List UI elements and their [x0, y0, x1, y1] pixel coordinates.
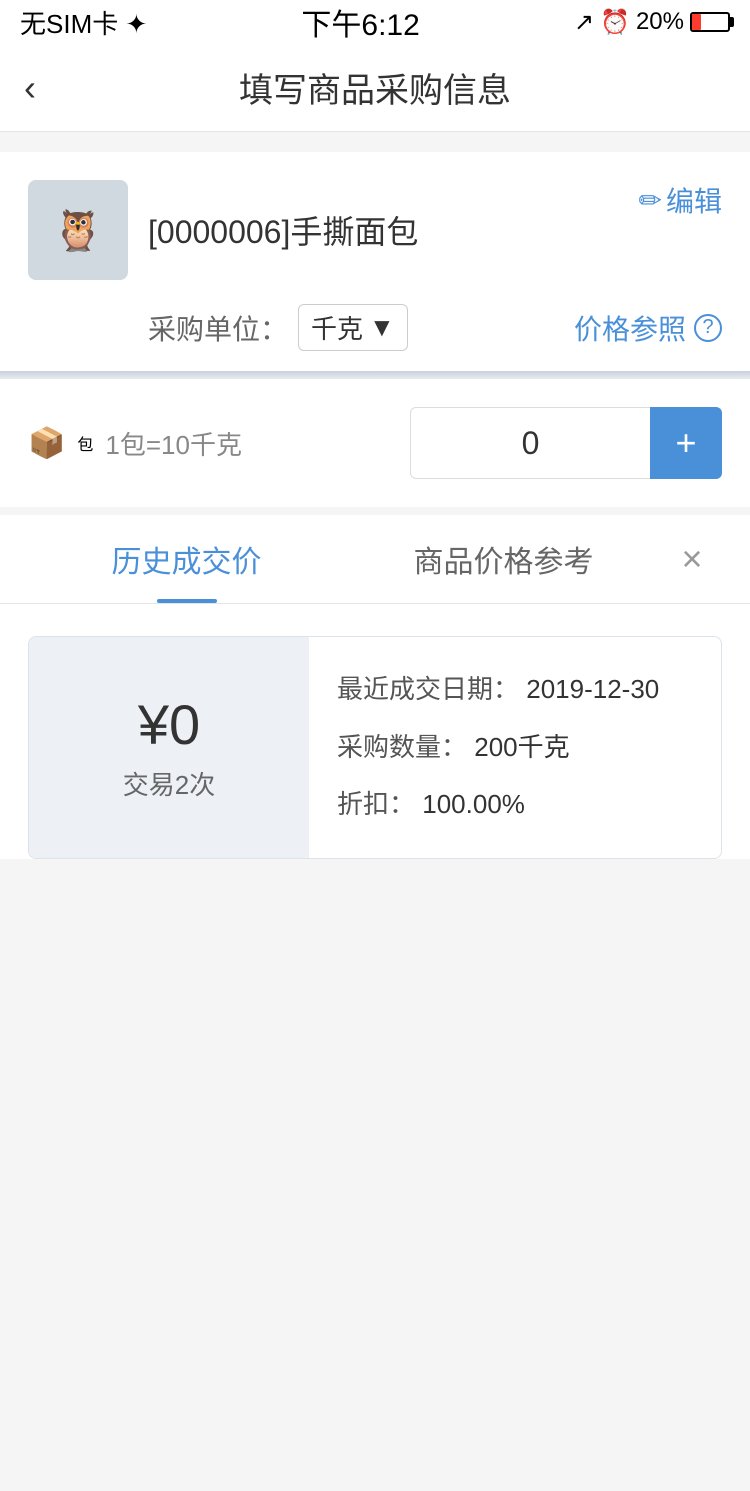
alarm-icon: ⏰ [600, 8, 630, 37]
discount-label: 折扣： [337, 789, 415, 819]
tab-product-price-ref[interactable]: 商品价格参考 [345, 515, 662, 603]
purchase-qty-row: 采购数量： 200千克 [337, 727, 693, 769]
carrier-text: 无SIM卡 ✦ [20, 4, 147, 41]
trade-count: 交易2次 [123, 765, 215, 802]
battery-percent: 20% [636, 8, 684, 36]
recent-date-value: 2019-12-30 [526, 674, 659, 704]
status-time: 下午6:12 [301, 0, 419, 44]
quantity-input-wrap: + [410, 407, 722, 479]
status-bar: 无SIM卡 ✦ 下午6:12 ↗ ⏰ 20% [0, 0, 750, 44]
purchase-qty-value: 200千克 [474, 732, 569, 762]
dropdown-arrow-icon: ▼ [369, 312, 395, 343]
product-id-name: [0000006]手撕面包 [148, 207, 418, 253]
price-amount: ¥0 [138, 692, 200, 757]
price-right-panel: 最近成交日期： 2019-12-30 采购数量： 200千克 折扣： 100.0… [309, 637, 721, 858]
info-circle-icon: ? [694, 314, 722, 342]
product-left: 🦉 [0000006]手撕面包 [28, 180, 418, 280]
quantity-row: 📦 包 1包=10千克 + [0, 379, 750, 507]
status-right: ↗ ⏰ 20% [574, 8, 730, 37]
discount-value: 100.00% [422, 789, 525, 819]
price-left-panel: ¥0 交易2次 [29, 637, 309, 858]
tabs-header: 历史成交价 商品价格参考 × [0, 515, 750, 604]
close-panel-button[interactable]: × [662, 529, 722, 589]
unit-value: 千克 [311, 309, 363, 346]
unit-dropdown[interactable]: 千克 ▼ [298, 304, 408, 351]
price-card: ¥0 交易2次 最近成交日期： 2019-12-30 采购数量： 200千克 折… [28, 636, 722, 859]
tabs-panel: 历史成交价 商品价格参考 × ¥0 交易2次 最近成交日期： 2019-12-3… [0, 515, 750, 859]
price-ref-label: 价格参照 [574, 308, 686, 348]
price-reference-button[interactable]: 价格参照 ? [574, 308, 722, 348]
package-icon: 📦 [28, 426, 65, 461]
unit-label: 采购单位： [148, 308, 288, 348]
quantity-unit: 包 [77, 431, 93, 455]
unit-ratio-text: 1包=10千克 [105, 425, 242, 462]
edit-icon: ✏ [639, 184, 662, 217]
recent-date-label: 最近成交日期： [337, 674, 519, 704]
page-header: ‹ 填写商品采购信息 [0, 44, 750, 132]
back-button[interactable]: ‹ [24, 67, 36, 109]
body-space [0, 891, 750, 1491]
product-thumbnail: 🦉 [28, 180, 128, 280]
discount-row: 折扣： 100.00% [337, 784, 693, 826]
status-left: 无SIM卡 ✦ [20, 4, 147, 41]
purchase-qty-label: 采购数量： [337, 732, 467, 762]
page-title: 填写商品采购信息 [239, 63, 511, 112]
quantity-input[interactable] [410, 407, 650, 479]
product-card: 🦉 [0000006]手撕面包 ✏ 编辑 采购单位： 千克 ▼ 价格参照 ? [0, 152, 750, 371]
recent-date-row: 最近成交日期： 2019-12-30 [337, 669, 693, 711]
location-icon: ↗ [574, 8, 594, 37]
edit-button[interactable]: ✏ 编辑 [639, 180, 722, 220]
quantity-label: 📦 包 1包=10千克 [28, 425, 242, 462]
section-divider [0, 371, 750, 379]
product-top-row: 🦉 [0000006]手撕面包 ✏ 编辑 [28, 180, 722, 280]
plus-button[interactable]: + [650, 407, 722, 479]
product-unit-row: 采购单位： 千克 ▼ 价格参照 ? [148, 304, 722, 351]
owl-logo-icon: 🦉 [53, 207, 103, 254]
battery-icon [690, 12, 730, 32]
tab-active-indicator [157, 599, 217, 603]
tab-history-price[interactable]: 历史成交价 [28, 515, 345, 603]
